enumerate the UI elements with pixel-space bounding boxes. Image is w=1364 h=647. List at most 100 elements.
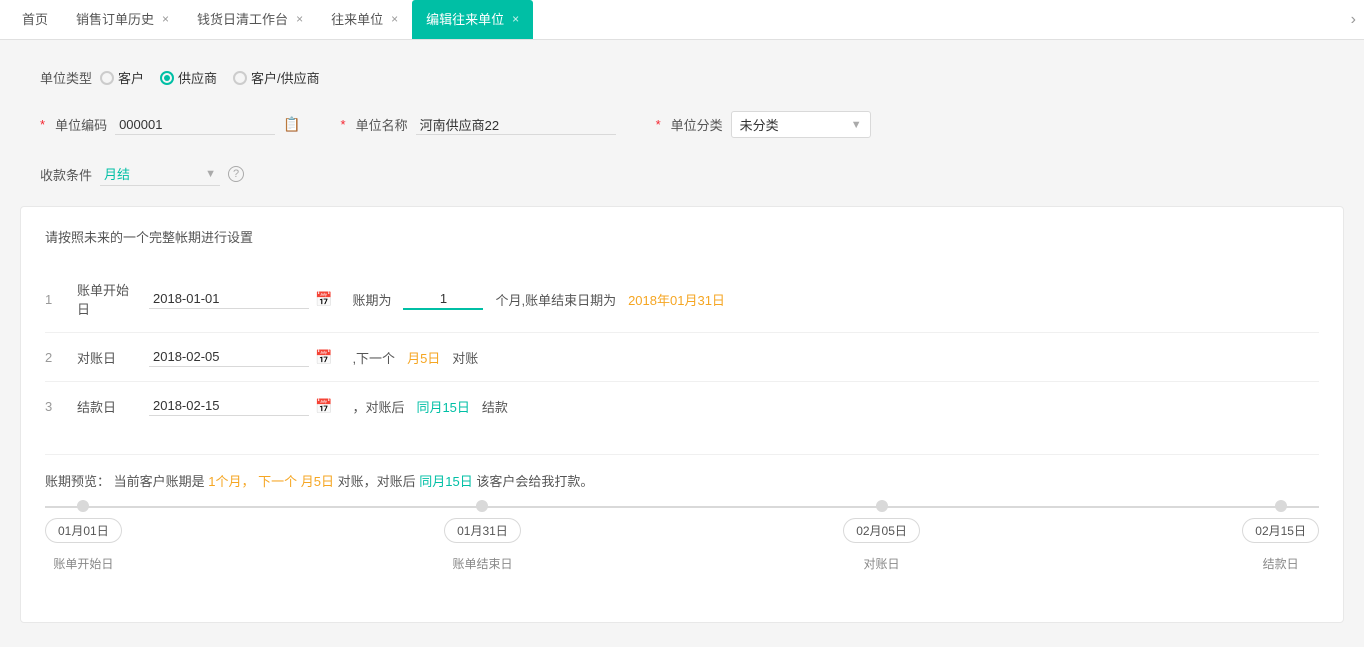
node-label-1: 账单开始日	[53, 555, 113, 572]
date-input-3[interactable]	[149, 396, 309, 416]
unit-type-group: 单位类型 客户 供应商 客户/供应商	[40, 68, 320, 87]
close-icon[interactable]: ×	[162, 12, 169, 26]
preview-label: 账期预览：	[45, 474, 110, 489]
calendar-icon-2[interactable]: 📅	[315, 349, 332, 366]
node-dot-2	[476, 500, 488, 512]
date-input-group-3: 📅	[149, 396, 332, 416]
unit-category-value: 未分类	[740, 115, 847, 134]
main-content: 单位类型 客户 供应商 客户/供应商 * 单位编码	[0, 40, 1364, 647]
tab-edit-partner-label: 编辑往来单位	[426, 9, 504, 28]
calendar-icon-1[interactable]: 📅	[315, 291, 332, 308]
radio-both[interactable]: 客户/供应商	[233, 68, 320, 87]
node-label-4: 结款日	[1263, 555, 1299, 572]
suffix-before-2: ,下一个	[352, 348, 395, 367]
radio-circle-customer	[100, 71, 114, 85]
radio-supplier[interactable]: 供应商	[160, 68, 217, 87]
preview-part1: 1个月，	[208, 474, 254, 489]
row-num-3: 3	[45, 399, 65, 414]
radio-group-unit-type: 客户 供应商 客户/供应商	[100, 68, 320, 87]
node-pill-1: 01月01日	[45, 518, 122, 543]
payment-cond-row: 收款条件 月结 ▼ ?	[20, 150, 1344, 198]
settings-panel: 请按照未来的一个完整帐期进行设置 1 账单开始日 📅 账期为 个月,账单结束日期…	[20, 206, 1344, 623]
period-input[interactable]	[403, 289, 483, 310]
timeline-node-3: 02月05日 对账日	[843, 500, 920, 572]
timeline-nodes: 01月01日 账单开始日 01月31日 账单结束日 02月05日 对账日 02月…	[45, 500, 1319, 572]
suffix-before-1: 账期为	[352, 290, 391, 309]
unit-name-label: 单位名称	[356, 115, 408, 134]
radio-customer[interactable]: 客户	[100, 68, 144, 87]
date-input-2[interactable]	[149, 347, 309, 367]
unit-code-group: * 单位编码 📋	[40, 115, 301, 135]
row-num-1: 1	[45, 292, 65, 307]
panel-description: 请按照未来的一个完整帐期进行设置	[45, 227, 1319, 246]
highlight-text-2: 月5日	[407, 348, 440, 367]
preview-section: 账期预览： 当前客户账期是 1个月， 下一个 月5日 对账，对账后 同月15日 …	[45, 454, 1319, 490]
preview-text-mid1: 下一个	[258, 474, 297, 489]
timeline-node-2: 01月31日 账单结束日	[444, 500, 521, 572]
timeline: 01月01日 账单开始日 01月31日 账单结束日 02月05日 对账日 02月…	[45, 490, 1319, 602]
suffix-after-3: 结款	[482, 397, 508, 416]
payment-cond-dropdown[interactable]: 月结 ▼	[100, 162, 220, 186]
tab-edit-partner[interactable]: 编辑往来单位 ×	[412, 0, 533, 39]
node-label-3: 对账日	[864, 555, 900, 572]
node-dot-3	[876, 500, 888, 512]
close-icon[interactable]: ×	[391, 12, 398, 26]
radio-supplier-label: 供应商	[178, 68, 217, 87]
preview-text-mid2: 对账，对账后	[338, 474, 416, 489]
tab-cash-work-label: 钱货日清工作台	[197, 9, 288, 28]
timeline-node-4: 02月15日 结款日	[1242, 500, 1319, 572]
tab-partner[interactable]: 往来单位 ×	[317, 0, 412, 39]
required-mark-code: *	[40, 117, 45, 132]
unit-code-label: 单位编码	[55, 115, 107, 134]
payment-cond-label: 收款条件	[40, 165, 92, 184]
radio-both-label: 客户/供应商	[251, 68, 320, 87]
row-label-2: 对账日	[77, 348, 137, 367]
setting-row-3: 3 结款日 📅 ，对账后 同月15日 结款	[45, 382, 1319, 430]
row-label-1: 账单开始日	[77, 280, 137, 318]
unit-category-label: 单位分类	[671, 115, 723, 134]
unit-name-input[interactable]	[416, 115, 616, 135]
calendar-icon-3[interactable]: 📅	[315, 398, 332, 415]
close-icon[interactable]: ×	[296, 12, 303, 26]
suffix-after-2: 对账	[452, 348, 478, 367]
date-input-group-1: 📅	[149, 289, 332, 309]
radio-circle-supplier	[160, 71, 174, 85]
node-dot-1	[77, 500, 89, 512]
timeline-node-1: 01月01日 账单开始日	[45, 500, 122, 572]
tab-home[interactable]: 首页	[8, 0, 62, 39]
unit-name-group: * 单位名称	[341, 115, 616, 135]
preview-text-end: 该客户会给我打款。	[476, 474, 593, 489]
copy-icon[interactable]: 📋	[283, 116, 300, 133]
row-label-3: 结款日	[77, 397, 137, 416]
unit-type-row: 单位类型 客户 供应商 客户/供应商	[20, 56, 1344, 99]
payment-cond-group: 收款条件 月结 ▼ ?	[40, 162, 244, 186]
close-icon[interactable]: ×	[512, 12, 519, 26]
suffix-before-3: ，对账后	[352, 397, 404, 416]
setting-row-2: 2 对账日 📅 ,下一个 月5日 对账	[45, 333, 1319, 382]
node-label-2: 账单结束日	[452, 555, 512, 572]
unit-category-select[interactable]: 未分类 ▼	[731, 111, 871, 138]
date-input-group-2: 📅	[149, 347, 332, 367]
tab-bar: 首页 销售订单历史 × 钱货日清工作台 × 往来单位 × 编辑往来单位 × ›	[0, 0, 1364, 40]
unit-category-group: * 单位分类 未分类 ▼	[656, 111, 871, 138]
chevron-down-icon: ▼	[851, 119, 862, 131]
setting-row-1: 1 账单开始日 📅 账期为 个月,账单结束日期为 2018年01月31日	[45, 266, 1319, 333]
help-icon[interactable]: ?	[228, 166, 244, 182]
tab-sales-history[interactable]: 销售订单历史 ×	[62, 0, 183, 39]
unit-type-label: 单位类型	[40, 68, 92, 87]
node-pill-2: 01月31日	[444, 518, 521, 543]
node-pill-4: 02月15日	[1242, 518, 1319, 543]
required-mark-category: *	[656, 117, 661, 132]
radio-circle-both	[233, 71, 247, 85]
tab-expand-button[interactable]: ›	[1351, 11, 1356, 29]
unit-code-input[interactable]	[115, 115, 275, 135]
suffix-after-1: 个月,账单结束日期为	[495, 290, 616, 309]
tab-cash-work[interactable]: 钱货日清工作台 ×	[183, 0, 317, 39]
unit-info-row: * 单位编码 📋 * 单位名称 * 单位分类 未分类 ▼	[20, 99, 1344, 150]
date-input-1[interactable]	[149, 289, 309, 309]
row-num-2: 2	[45, 350, 65, 365]
node-dot-4	[1275, 500, 1287, 512]
preview-part2: 月5日	[301, 474, 334, 489]
highlight-text-1: 2018年01月31日	[628, 290, 725, 309]
node-pill-3: 02月05日	[843, 518, 920, 543]
